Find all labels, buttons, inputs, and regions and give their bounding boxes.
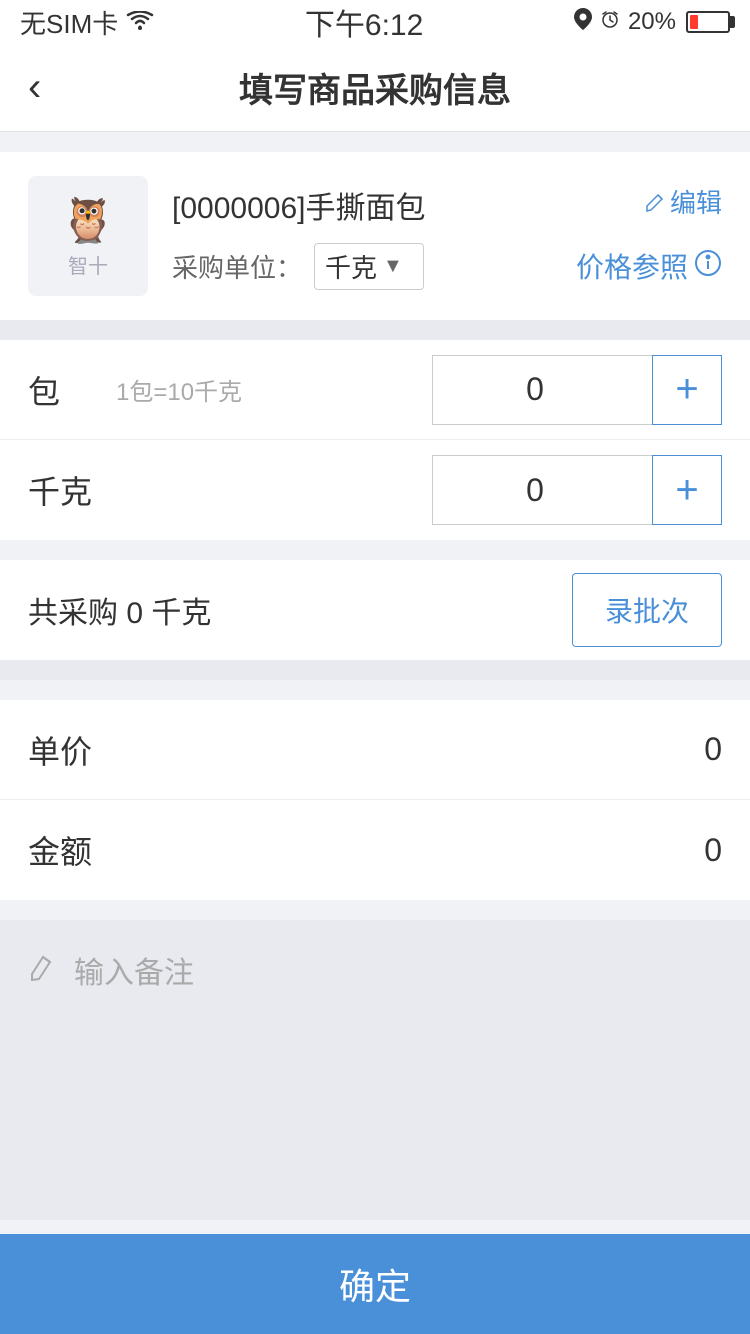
product-name: [0000006]手撕面包	[172, 183, 425, 227]
product-image: 🦉 智十	[28, 176, 148, 296]
unit-price-row: 单价 0	[0, 700, 750, 800]
alarm-icon	[600, 8, 620, 36]
nav-bar: ‹ 填写商品采购信息	[0, 44, 750, 132]
status-right: 20%	[574, 8, 730, 37]
amount-row: 金额 0	[0, 800, 750, 900]
divider-2	[0, 660, 750, 680]
unit-select[interactable]: 千克 ▼	[314, 243, 424, 290]
info-icon	[694, 249, 722, 284]
unit-price-value: 0	[704, 731, 722, 768]
kg-input-row: 千克 +	[0, 440, 750, 540]
price-ref-label: 价格参照	[576, 246, 688, 286]
bag-sublabel: 1包=10千克	[116, 372, 242, 407]
bag-label: 包	[28, 367, 108, 413]
bag-input[interactable]	[432, 355, 652, 425]
product-header: [0000006]手撕面包 编辑	[172, 183, 722, 227]
location-icon	[574, 8, 592, 37]
pencil-icon	[28, 951, 58, 989]
summary-row: 共采购 0 千克 录批次	[0, 560, 750, 660]
record-batch-button[interactable]: 录批次	[572, 573, 722, 647]
purchase-unit-label: 采购单位：	[172, 248, 302, 285]
price-section: 单价 0 金额 0	[0, 700, 750, 900]
edit-label: 编辑	[670, 183, 722, 220]
battery-percent: 20%	[628, 8, 676, 36]
confirm-label: 确定	[339, 1258, 411, 1310]
status-time: 下午6:12	[305, 0, 423, 44]
product-logo-text: 智十	[68, 250, 108, 279]
unit-value: 千克	[325, 248, 377, 285]
kg-input[interactable]	[432, 455, 652, 525]
unit-price-label: 单价	[28, 727, 92, 773]
bottom-spacer	[0, 1020, 750, 1220]
notes-placeholder: 输入备注	[74, 948, 194, 992]
product-purchase: 采购单位： 千克 ▼ 价格参照	[172, 243, 722, 290]
amount-label: 金额	[28, 827, 92, 873]
input-section: 包 1包=10千克 + 千克 +	[0, 340, 750, 540]
carrier-label: 无SIM卡	[20, 4, 118, 41]
chevron-down-icon: ▼	[383, 255, 403, 278]
price-ref-button[interactable]: 价格参照	[576, 246, 722, 286]
kg-label: 千克	[28, 467, 108, 513]
kg-plus-button[interactable]: +	[652, 455, 722, 525]
kg-input-wrap: +	[432, 455, 722, 525]
wifi-icon	[126, 7, 154, 38]
product-logo: 🦉	[61, 194, 116, 246]
amount-value: 0	[704, 832, 722, 869]
confirm-button[interactable]: 确定	[0, 1234, 750, 1334]
bag-input-wrap: +	[432, 355, 722, 425]
summary-text: 共采购 0 千克	[28, 588, 211, 632]
product-card: 🦉 智十 [0000006]手撕面包 编辑 采购单位： 千克 ▼ 价格参照	[0, 152, 750, 320]
bag-input-row: 包 1包=10千克 +	[0, 340, 750, 440]
divider-1	[0, 320, 750, 340]
back-button[interactable]: ‹	[28, 65, 41, 110]
status-left: 无SIM卡	[20, 4, 154, 41]
edit-button[interactable]: 编辑	[644, 183, 722, 220]
product-info: [0000006]手撕面包 编辑 采购单位： 千克 ▼ 价格参照	[172, 183, 722, 290]
summary-section: 共采购 0 千克 录批次	[0, 560, 750, 660]
battery-icon	[686, 11, 730, 33]
status-bar: 无SIM卡 下午6:12 20%	[0, 0, 750, 44]
notes-section[interactable]: 输入备注	[0, 920, 750, 1020]
bag-plus-button[interactable]: +	[652, 355, 722, 425]
page-title: 填写商品采购信息	[239, 63, 511, 112]
